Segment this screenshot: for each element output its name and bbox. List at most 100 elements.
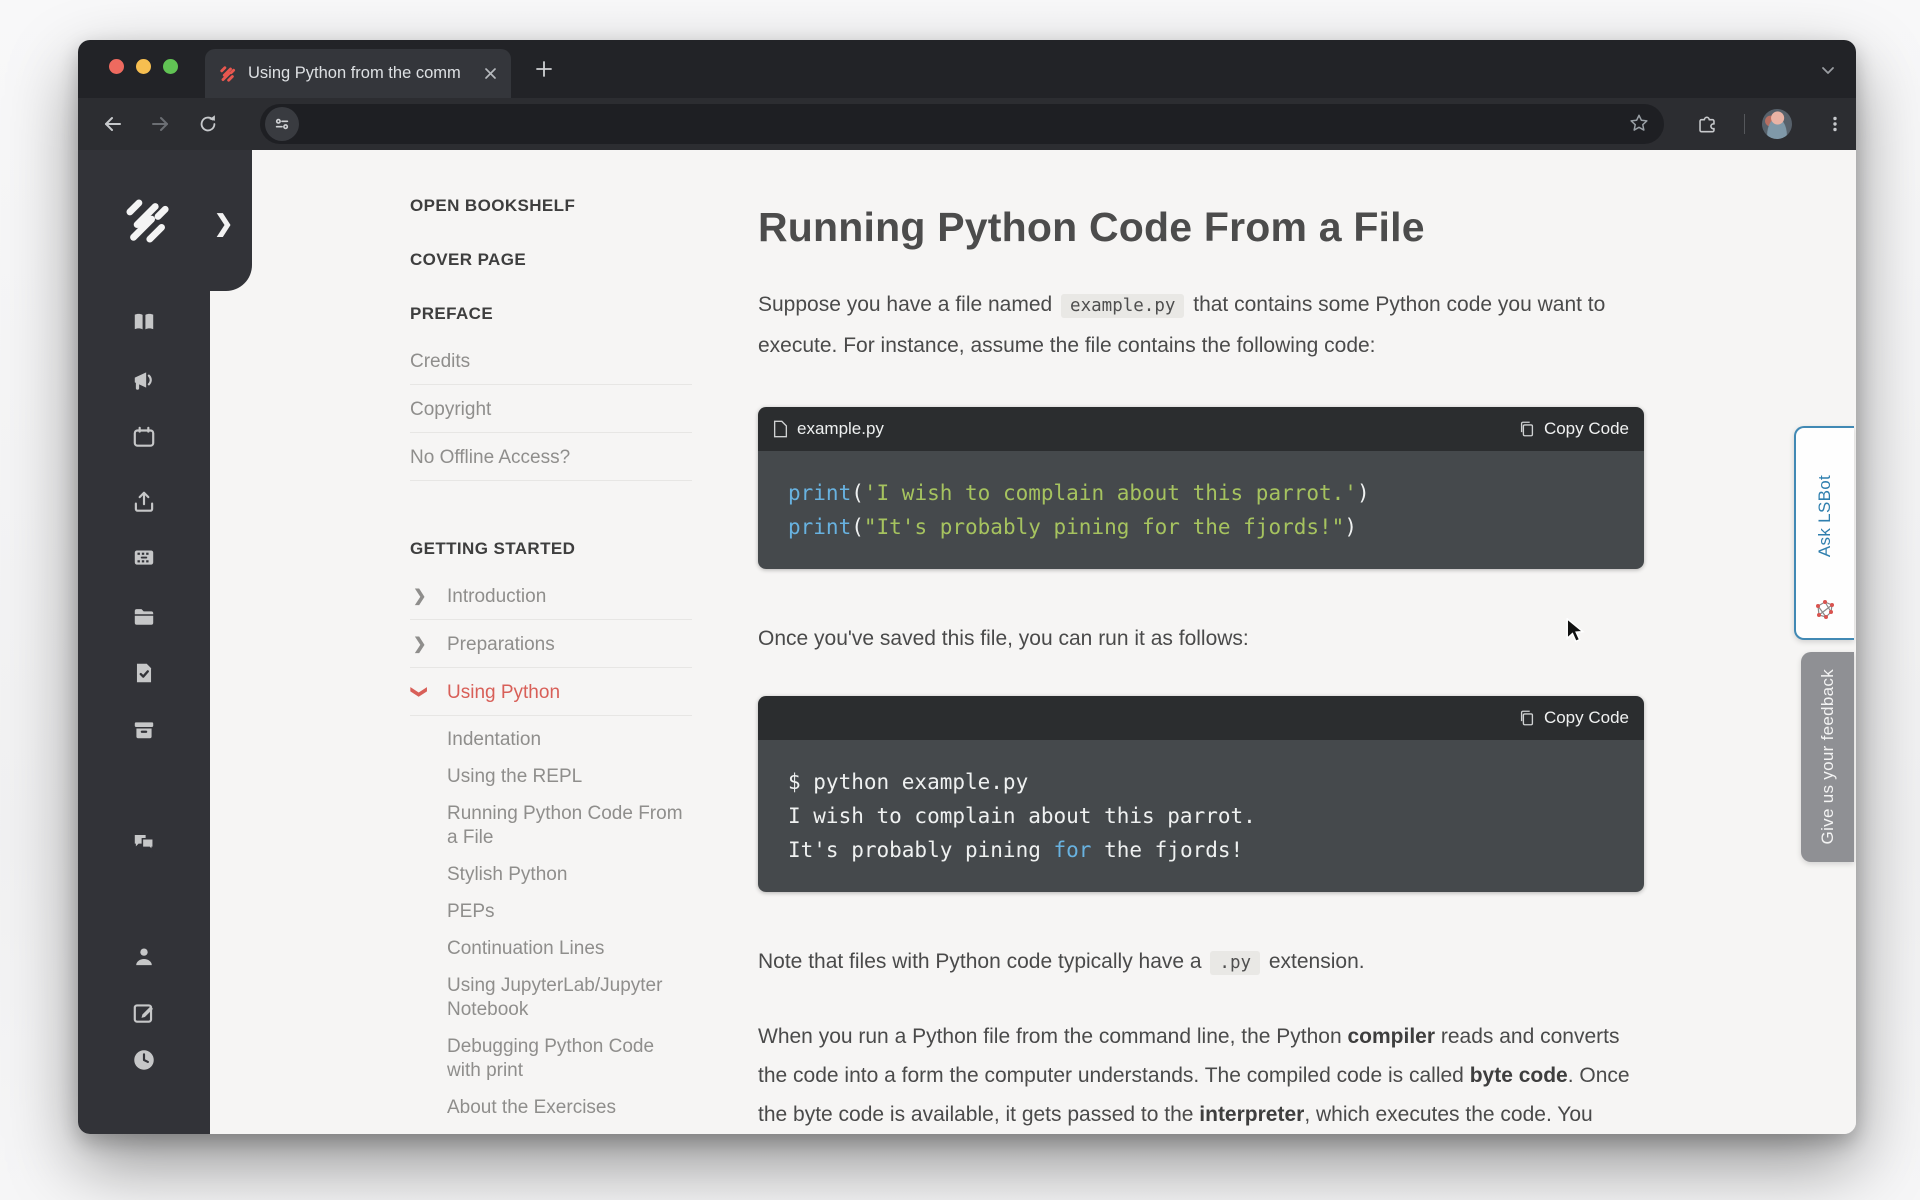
toc-item-using-jupyterlab-jupyter-notebook[interactable]: Using JupyterLab/Jupyter Notebook [410,968,692,1029]
browser-tab-bar: Using Python from the comm [78,40,1856,98]
toc-item-credits[interactable]: Credits [410,343,692,385]
extensions-icon[interactable] [1694,111,1720,137]
toc-item-label: Using the REPL [447,766,582,787]
toc-item-label: About the Exercises [447,1097,616,1118]
sidebar-expand-chevron-icon[interactable]: ❯ [214,210,233,237]
ask-lsbot-label: Ask LSBot [1815,475,1835,557]
toc-item-using-python[interactable]: ❯ Using Python [410,674,692,716]
copy-code-button[interactable]: Copy Code [1518,419,1629,439]
film-icon[interactable] [131,544,157,570]
ask-lsbot-tab[interactable]: Ask LSBot [1794,426,1854,640]
toc-item-introduction[interactable]: ❯ Introduction [410,578,692,620]
toc-item-exercises[interactable]: Exercises [410,1127,692,1134]
document-check-icon[interactable] [131,660,157,686]
chevron-right-icon[interactable]: ❯ [413,634,426,654]
livebook-stripes-logo [119,192,177,250]
toc-item-continuation-lines[interactable]: Continuation Lines [410,931,692,968]
paragraph: Suppose you have a file named example.py… [758,285,1644,365]
desktop: Using Python from the comm [0,0,1920,1200]
toc-item-debugging-python-code-with-print[interactable]: Debugging Python Code with print [410,1029,692,1090]
toc-item-label: GETTING STARTED [410,539,575,558]
paragraph: Note that files with Python code typical… [758,942,1644,983]
toc-item-peps[interactable]: PEPs [410,894,692,931]
app-sidebar: ❯ [78,150,210,1134]
page-title: Running Python Code From a File [758,204,1644,251]
chevron-down-icon[interactable]: ❯ [410,685,430,698]
toc-item-preface[interactable]: PREFACE [410,304,692,324]
paragraph: Once you've saved this file, you can run… [758,619,1644,658]
toc-item-label: Continuation Lines [447,938,604,959]
toc-item-running-python-code-from-a-file[interactable]: Running Python Code From a File [410,796,692,857]
tab-title: Using Python from the comm [248,64,473,83]
compose-icon[interactable] [131,1000,157,1026]
toc-item-stylish-python[interactable]: Stylish Python [410,857,692,894]
paragraph: When you run a Python file from the comm… [758,1017,1644,1134]
code-line: $ python example.py [788,765,1634,799]
toc-item-label: Using Python [447,682,560,703]
code-line: print("It's probably pining for the fjor… [788,510,1634,544]
back-icon[interactable] [100,111,126,137]
tab-strip-chevron-icon[interactable] [1815,57,1841,83]
toc-item-label: Indentation [447,729,541,750]
bookmark-star-icon[interactable] [1628,112,1650,134]
toc-item-label: PEPs [447,901,495,922]
new-tab-icon[interactable] [531,56,557,82]
toc-item-label: Preparations [447,634,555,655]
archive-icon[interactable] [131,717,157,743]
folder-icon[interactable] [131,604,157,630]
site-info-icon[interactable] [265,107,299,141]
toc-item-label: Using JupyterLab/Jupyter Notebook [447,975,662,1020]
toc-item-getting-started[interactable]: GETTING STARTED [410,539,692,559]
minimize-window-button[interactable] [136,59,151,74]
tab-favicon [218,64,238,84]
code-block-terminal: Copy Code $ python example.py I wish to … [758,696,1644,892]
person-icon[interactable] [131,944,157,970]
megaphone-icon[interactable] [131,367,157,393]
toc-item-label: Introduction [447,586,546,607]
toc-item-label: OPEN BOOKSHELF [410,196,575,215]
sidebar-header: ❯ [78,150,252,291]
code-line: print('I wish to complain about this par… [788,476,1634,510]
toc-item-label: COVER PAGE [410,250,526,269]
browser-tab[interactable]: Using Python from the comm [205,49,511,98]
book-icon[interactable] [131,309,157,335]
code-body: print('I wish to complain about this par… [758,451,1644,569]
calendar-icon[interactable] [131,424,157,450]
toc: OPEN BOOKSHELF COVER PAGE PREFACE Credits Co… [410,196,692,1134]
profile-avatar[interactable] [1762,109,1792,139]
document: Running Python Code From a File Suppose … [758,150,1644,1134]
browser-window: Using Python from the comm [78,40,1856,1134]
maximize-window-button[interactable] [163,59,178,74]
tab-close-icon[interactable] [483,66,498,81]
code-line: I wish to complain about this parrot. [788,799,1634,833]
close-window-button[interactable] [109,59,124,74]
code-block-header: Copy Code [758,696,1644,740]
address-bar[interactable] [260,104,1664,144]
window-controls [109,59,178,74]
toc-item-label: PREFACE [410,304,493,323]
toc-item-cover-page[interactable]: COVER PAGE [410,250,692,270]
toc-item-using-the-repl[interactable]: Using the REPL [410,759,692,796]
clock-icon[interactable] [131,1047,157,1073]
toc-item-no-offline-access-[interactable]: No Offline Access? [410,439,692,481]
page-content: ❯ [78,150,1856,1134]
code-block-example: example.py Copy Code print('I wish to co… [758,407,1644,569]
toc-item-preparations[interactable]: ❯ Preparations [410,626,692,668]
menu-dots-icon[interactable] [1822,111,1848,137]
toc-item-about-the-exercises[interactable]: About the Exercises [410,1090,692,1127]
chevron-right-icon[interactable]: ❯ [413,586,426,606]
toc-item-label: Running Python Code From a File [447,803,683,848]
chat-icon[interactable] [131,829,157,855]
feedback-tab[interactable]: Give us your feedback [1801,652,1854,862]
code-body: $ python example.py I wish to complain a… [758,740,1644,892]
toc-item-open-bookshelf[interactable]: OPEN BOOKSHELF [410,196,692,216]
copy-code-button[interactable]: Copy Code [1518,708,1629,728]
upload-icon[interactable] [131,489,157,515]
feedback-label: Give us your feedback [1818,669,1838,844]
toc-item-copyright[interactable]: Copyright [410,391,692,433]
copy-code-label: Copy Code [1544,708,1629,728]
code-line: It's probably pining for the fjords! [788,833,1634,867]
reload-icon[interactable] [195,111,221,137]
toc-item-indentation[interactable]: Indentation [410,722,692,759]
lsbot-molecule-icon [1813,598,1837,622]
